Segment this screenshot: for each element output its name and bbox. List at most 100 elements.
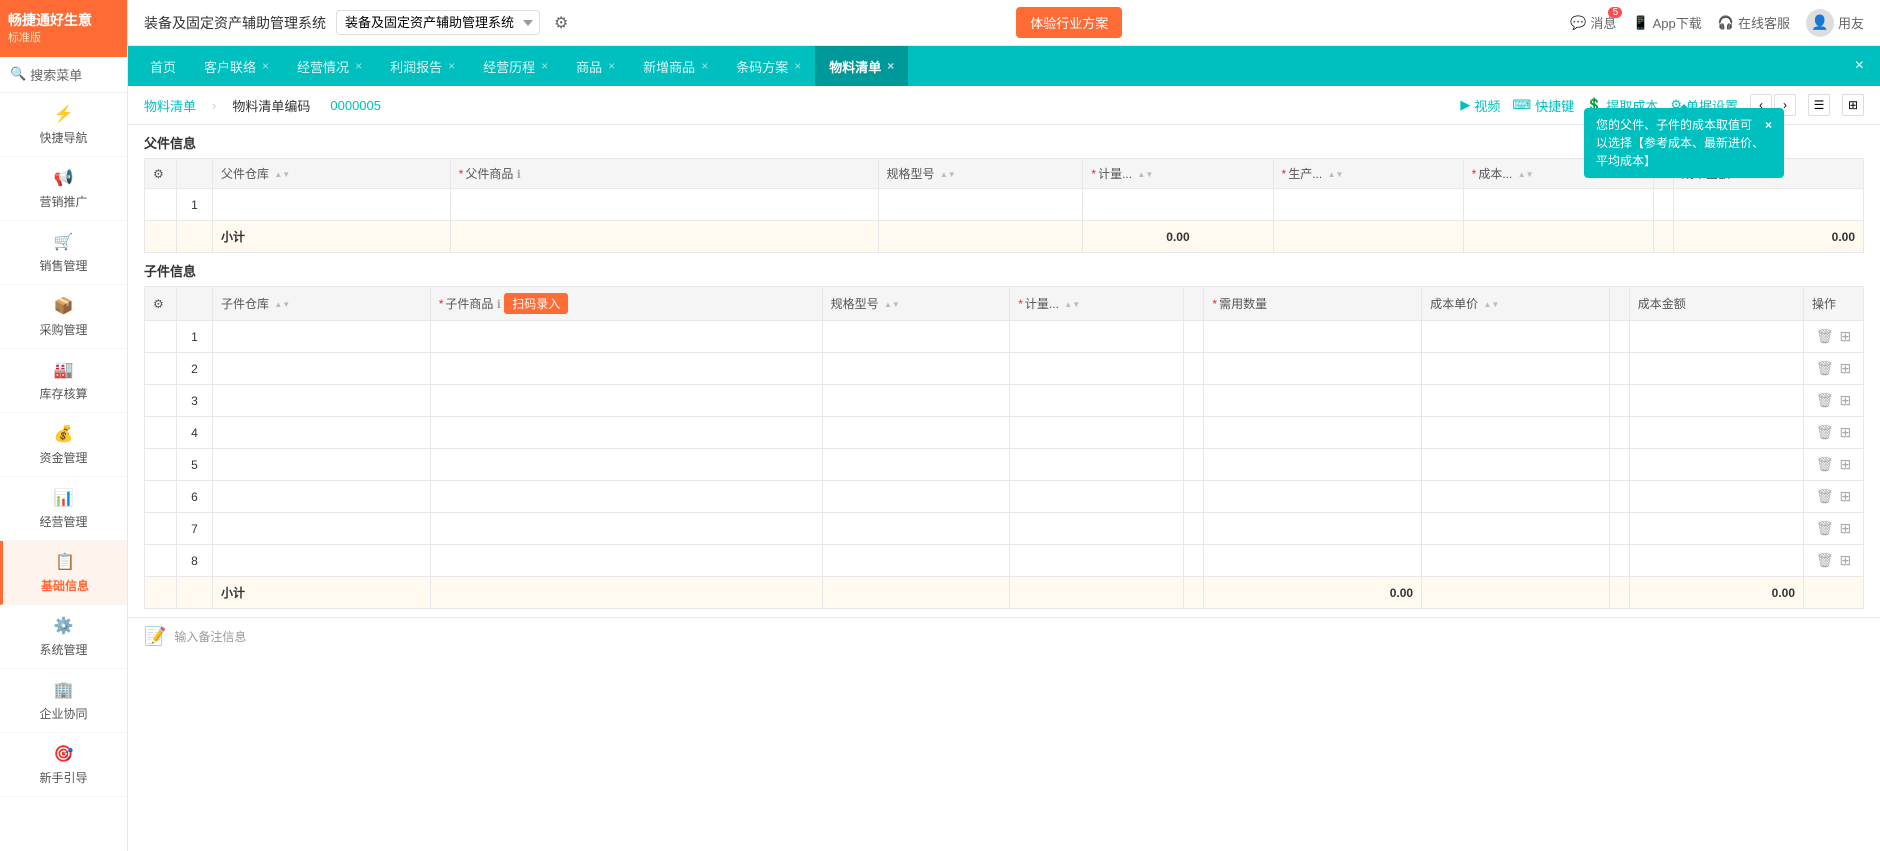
- child-row7-unit[interactable]: [1010, 513, 1184, 545]
- tab-customer-close[interactable]: ×: [262, 59, 269, 73]
- child-row1-product[interactable]: [430, 321, 822, 353]
- grid-view-btn[interactable]: ☰: [1808, 94, 1830, 116]
- child-row2-qty[interactable]: [1204, 353, 1422, 385]
- parent-col-gear[interactable]: ⚙: [145, 159, 177, 189]
- child-row6-unit[interactable]: [1010, 481, 1184, 513]
- gear-icon[interactable]: ⚙: [554, 13, 568, 33]
- child-row6-copy-icon[interactable]: ⊞: [1840, 488, 1852, 505]
- child-row6-product[interactable]: [430, 481, 822, 513]
- child-row7-delete-icon[interactable]: 🗑: [1816, 520, 1834, 537]
- child-row3-qty[interactable]: [1204, 385, 1422, 417]
- sidebar-item-marketing[interactable]: 📢 营销推广: [0, 157, 127, 221]
- sidebar-item-operation[interactable]: 📊 经营管理: [0, 477, 127, 541]
- child-row8-warehouse[interactable]: [213, 545, 431, 577]
- child-row2-unit-price[interactable]: [1422, 353, 1610, 385]
- child-row6-unit-price[interactable]: [1422, 481, 1610, 513]
- child-row8-copy-icon[interactable]: ⊞: [1840, 552, 1852, 569]
- child-row6-spec[interactable]: [822, 481, 1010, 513]
- child-row3-spec[interactable]: [822, 385, 1010, 417]
- child-row1-unit-price[interactable]: [1422, 321, 1610, 353]
- parent-row1-product[interactable]: [450, 189, 878, 221]
- tab-op-history[interactable]: 经营历程 ×: [469, 46, 562, 86]
- scan-button[interactable]: 扫码录入: [504, 293, 568, 314]
- child-row8-qty[interactable]: [1204, 545, 1422, 577]
- child-row7-qty[interactable]: [1204, 513, 1422, 545]
- child-row3-product[interactable]: [430, 385, 822, 417]
- child-row2-unit[interactable]: [1010, 353, 1184, 385]
- shortcut-action[interactable]: ⌨ 快捷键: [1512, 96, 1574, 115]
- parent-row1-unit[interactable]: [1083, 189, 1273, 221]
- parent-row1-warehouse[interactable]: [213, 189, 451, 221]
- online-service-button[interactable]: 🎧 在线客服: [1718, 13, 1790, 32]
- child-row3-copy-icon[interactable]: ⊞: [1840, 392, 1852, 409]
- sidebar-item-guide[interactable]: 🎯 新手引导: [0, 733, 127, 797]
- child-row7-spec[interactable]: [822, 513, 1010, 545]
- child-row5-product[interactable]: [430, 449, 822, 481]
- breadcrumb-link[interactable]: 物料清单: [144, 96, 196, 115]
- tooltip-close-btn[interactable]: ×: [1765, 116, 1772, 134]
- tab-goods[interactable]: 商品 ×: [562, 46, 629, 86]
- child-row6-qty[interactable]: [1204, 481, 1422, 513]
- parent-row1-spec[interactable]: [878, 189, 1083, 221]
- close-all-tabs[interactable]: ×: [1847, 57, 1872, 75]
- tab-operation-status-close[interactable]: ×: [355, 59, 362, 73]
- child-row6-warehouse[interactable]: [213, 481, 431, 513]
- tab-barcode-close[interactable]: ×: [794, 59, 801, 73]
- child-row2-product[interactable]: [430, 353, 822, 385]
- child-row5-delete-icon[interactable]: 🗑: [1816, 456, 1834, 473]
- child-row4-unit-price[interactable]: [1422, 417, 1610, 449]
- child-row4-warehouse[interactable]: [213, 417, 431, 449]
- sidebar-item-sales[interactable]: 🛒 销售管理: [0, 221, 127, 285]
- child-row1-spec[interactable]: [822, 321, 1010, 353]
- child-row3-unit-price[interactable]: [1422, 385, 1610, 417]
- tab-new-goods-close[interactable]: ×: [701, 59, 708, 73]
- child-row7-warehouse[interactable]: [213, 513, 431, 545]
- child-row4-delete-icon[interactable]: 🗑: [1816, 424, 1834, 441]
- child-row5-spec[interactable]: [822, 449, 1010, 481]
- child-row5-unit[interactable]: [1010, 449, 1184, 481]
- child-row8-unit-price[interactable]: [1422, 545, 1610, 577]
- tab-op-history-close[interactable]: ×: [541, 59, 548, 73]
- tab-goods-close[interactable]: ×: [608, 59, 615, 73]
- child-row1-qty[interactable]: [1204, 321, 1422, 353]
- child-row3-delete-icon[interactable]: 🗑: [1816, 392, 1834, 409]
- child-row2-delete-icon[interactable]: 🗑: [1816, 360, 1834, 377]
- sidebar-item-enterprise[interactable]: 🏢 企业协同: [0, 669, 127, 733]
- child-row6-delete-icon[interactable]: 🗑: [1816, 488, 1834, 505]
- tab-home[interactable]: 首页: [136, 46, 190, 86]
- message-button[interactable]: 💬 消息 5: [1570, 13, 1616, 32]
- sidebar-item-purchase[interactable]: 📦 采购管理: [0, 285, 127, 349]
- child-row1-unit[interactable]: [1010, 321, 1184, 353]
- app-download-button[interactable]: 📱 App下载: [1632, 13, 1701, 32]
- child-row5-qty[interactable]: [1204, 449, 1422, 481]
- child-row4-product[interactable]: [430, 417, 822, 449]
- child-row7-copy-icon[interactable]: ⊞: [1840, 520, 1852, 537]
- tab-customer[interactable]: 客户联络 ×: [190, 46, 283, 86]
- child-row2-spec[interactable]: [822, 353, 1010, 385]
- child-row1-copy-icon[interactable]: ⊞: [1840, 328, 1852, 345]
- child-row5-warehouse[interactable]: [213, 449, 431, 481]
- search-menu[interactable]: 🔍 搜索菜单: [0, 57, 127, 93]
- system-select[interactable]: 装备及固定资产辅助管理系统: [336, 10, 540, 35]
- expand-btn[interactable]: ⊞: [1842, 94, 1864, 116]
- child-row5-copy-icon[interactable]: ⊞: [1840, 456, 1852, 473]
- child-row1-delete-icon[interactable]: 🗑: [1816, 328, 1834, 345]
- tab-operation-status[interactable]: 经营情况 ×: [283, 46, 376, 86]
- sidebar-item-system[interactable]: ⚙️ 系统管理: [0, 605, 127, 669]
- sidebar-item-quick-nav[interactable]: ⚡ 快捷导航: [0, 93, 127, 157]
- child-row4-spec[interactable]: [822, 417, 1010, 449]
- child-row2-warehouse[interactable]: [213, 353, 431, 385]
- child-col-gear[interactable]: ⚙: [145, 287, 177, 321]
- child-row4-unit[interactable]: [1010, 417, 1184, 449]
- child-row4-qty[interactable]: [1204, 417, 1422, 449]
- tab-new-goods[interactable]: 新增商品 ×: [629, 46, 722, 86]
- parent-row1-cost[interactable]: [1463, 189, 1653, 221]
- tab-barcode[interactable]: 条码方案 ×: [722, 46, 815, 86]
- tab-profit-report-close[interactable]: ×: [448, 59, 455, 73]
- sidebar-item-basic[interactable]: 📋 基础信息: [0, 541, 127, 605]
- sidebar-item-inventory[interactable]: 🏭 库存核算: [0, 349, 127, 413]
- child-row3-unit[interactable]: [1010, 385, 1184, 417]
- child-row8-spec[interactable]: [822, 545, 1010, 577]
- tab-profit-report[interactable]: 利润报告 ×: [376, 46, 469, 86]
- view-action[interactable]: ▶ 视频: [1460, 96, 1500, 115]
